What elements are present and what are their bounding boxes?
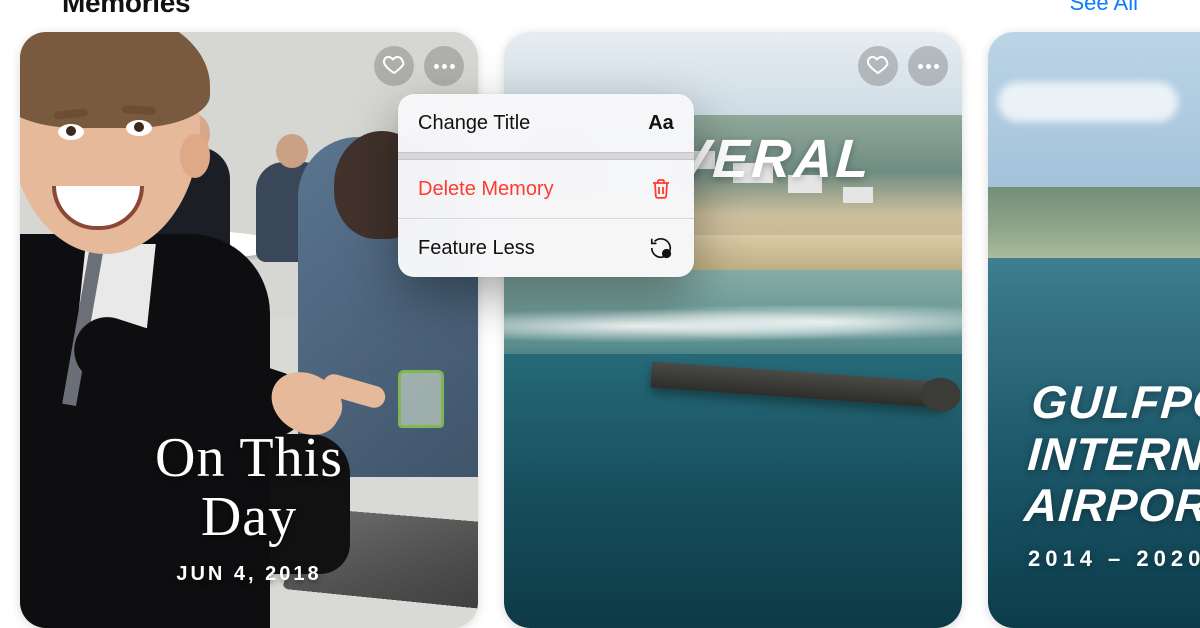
text-format-icon: Aa	[648, 110, 674, 136]
favorite-button[interactable]	[374, 46, 414, 86]
more-button[interactable]	[908, 46, 948, 86]
heart-icon	[866, 52, 890, 81]
context-menu: Change Title Aa Delete Memory Feature Le…	[398, 94, 694, 277]
trash-icon	[648, 176, 674, 202]
see-all-link[interactable]: See All	[1070, 0, 1139, 16]
memory-title: On This Day	[20, 429, 478, 547]
feature-less-icon	[648, 235, 674, 261]
menu-item-label: Delete Memory	[418, 178, 554, 201]
menu-item-feature-less[interactable]: Feature Less	[398, 219, 694, 277]
menu-item-label: Change Title	[418, 112, 530, 135]
heart-icon	[382, 52, 406, 81]
section-title: Memories	[62, 0, 190, 17]
memory-subtitle: 2014 – 2020	[1028, 546, 1200, 572]
menu-item-delete-memory[interactable]: Delete Memory	[398, 160, 694, 218]
ellipsis-icon	[918, 64, 939, 69]
memory-subtitle: JUN 4, 2018	[20, 563, 478, 586]
memory-card[interactable]: GULFPORT INTERNAT AIRPORT 2014 – 2020	[988, 32, 1200, 628]
menu-item-change-title[interactable]: Change Title Aa	[398, 94, 694, 152]
favorite-button[interactable]	[858, 46, 898, 86]
menu-item-label: Feature Less	[418, 237, 535, 260]
memory-title: GULFPORT INTERNAT AIRPORT	[1023, 377, 1200, 532]
ellipsis-icon	[434, 64, 455, 69]
more-button[interactable]	[424, 46, 464, 86]
